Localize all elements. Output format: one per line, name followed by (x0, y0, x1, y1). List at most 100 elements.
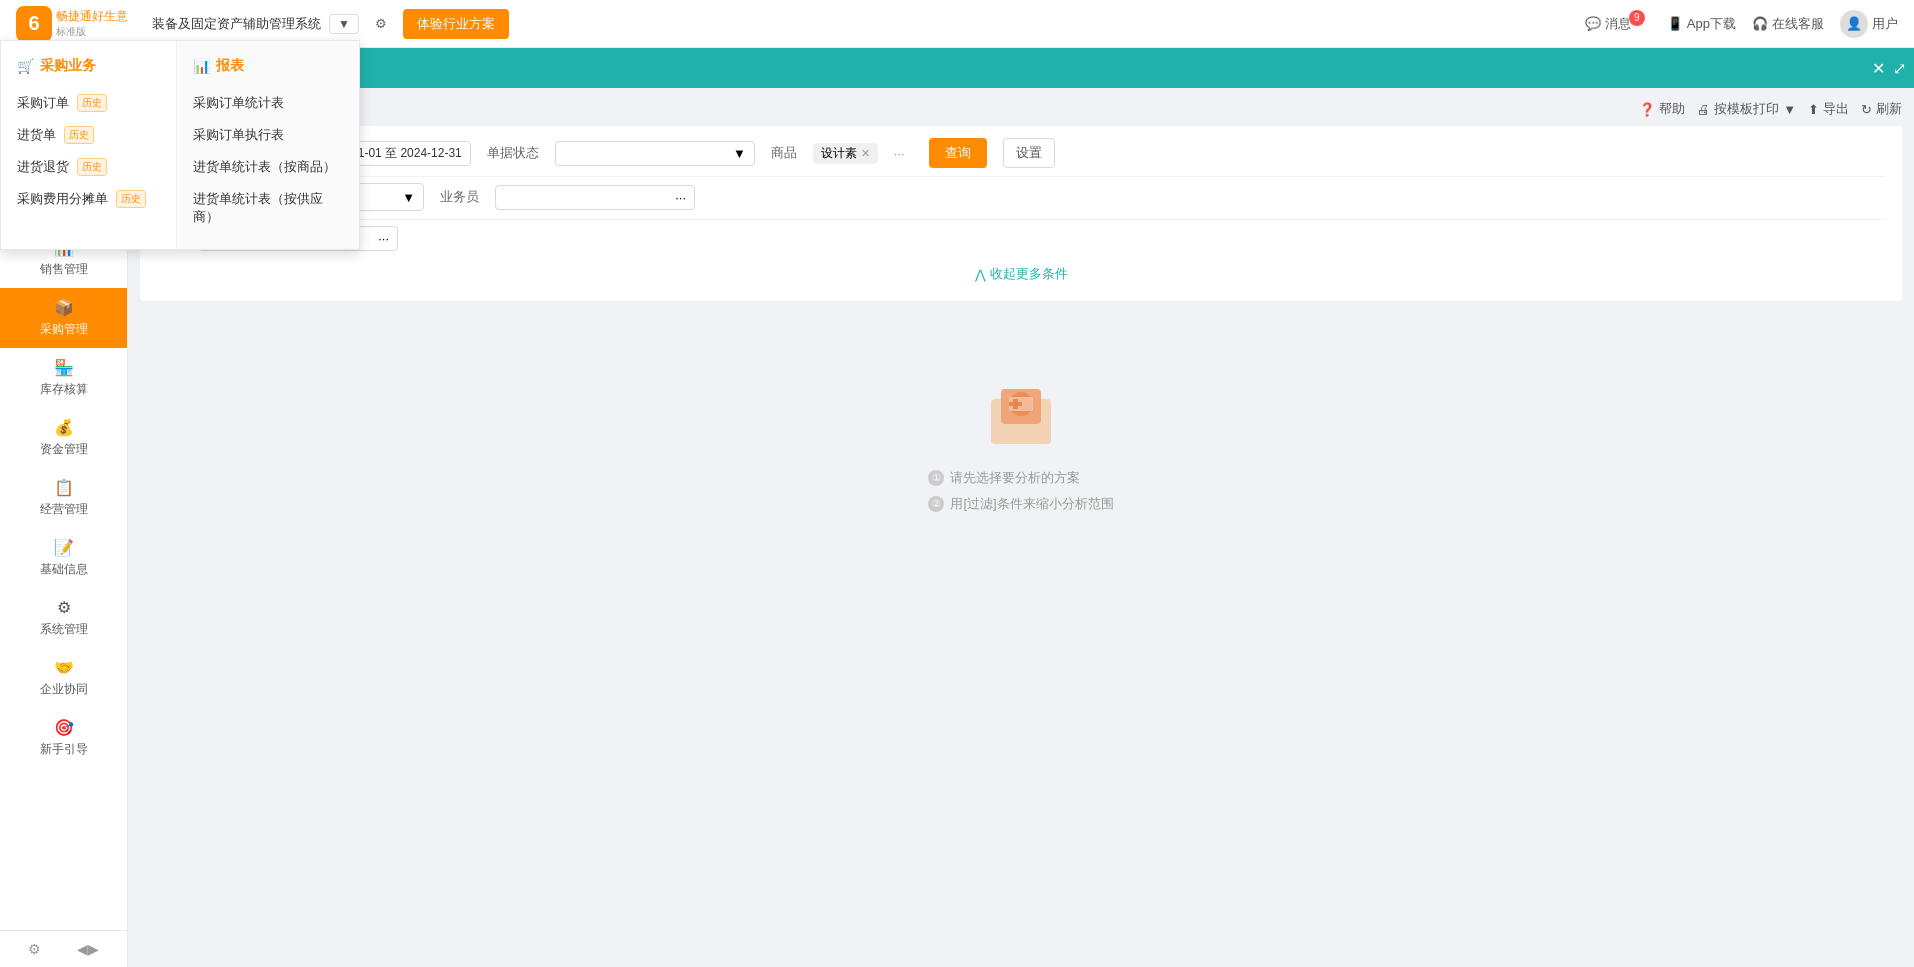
settings-bottom-icon[interactable]: ⚙ (28, 941, 41, 957)
export-icon: ⬆ (1808, 102, 1819, 117)
collapse-btn[interactable]: ⋀ 收起更多条件 (156, 259, 1886, 289)
tab-close-window-icon[interactable]: ✕ (1872, 59, 1885, 78)
message-badge: 9 (1629, 10, 1645, 26)
export-btn[interactable]: ⬆ 导出 (1808, 100, 1849, 118)
empty-icon (971, 369, 1071, 449)
dropdown-stock-report-product[interactable]: 进货单统计表（按商品） (193, 151, 344, 183)
report-title-icon: 📊 (193, 58, 210, 74)
product-more-btn[interactable]: ··· (894, 146, 905, 161)
status-label: 单据状态 (487, 144, 539, 162)
guide-icon: 🎯 (54, 718, 74, 737)
system-title: 装备及固定资产辅助管理系统 (152, 15, 321, 33)
filter-row-2: 排名项目 金额 ▼ 业务员 ··· (156, 183, 1886, 211)
print-icon: 🖨 (1697, 102, 1710, 117)
sidebar-bottom: ⚙ ◀▶ (0, 930, 127, 967)
top-right: 💬 消息 9 📱 App下载 🎧 在线客服 👤 用户 (1585, 10, 1898, 38)
tab-maximize-icon[interactable]: ⤢ (1893, 59, 1906, 78)
sidebar-item-enterprise[interactable]: 🤝 企业协同 (0, 648, 127, 708)
customer-select-arrow: ··· (378, 231, 389, 246)
rank-select-arrow: ▼ (402, 190, 415, 205)
step-1: ① 请先选择要分析的方案 (928, 465, 1113, 491)
message-icon: 💬 (1585, 16, 1601, 31)
logo-text: 畅捷通好生意 标准版 (56, 9, 128, 38)
refresh-btn[interactable]: ↻ 刷新 (1861, 100, 1902, 118)
salesperson-label: 业务员 (440, 188, 479, 206)
sidebar-item-label: 采购管理 (40, 321, 88, 338)
collapse-icon: ⋀ (975, 267, 986, 282)
product-tag: 设计素 ✕ (813, 143, 878, 164)
basic-icon: 📝 (54, 538, 74, 557)
sidebar-item-purchase[interactable]: 📦 采购管理 (0, 288, 127, 348)
filter-card: 日期 近7天 更多 自定义 2024-01-01 至 2024-12-31 单据… (140, 126, 1902, 301)
step-2: ② 用[过滤]条件来缩小分析范围 (928, 491, 1113, 517)
online-service-btn[interactable]: 🎧 在线客服 (1752, 15, 1824, 33)
sidebar-item-system[interactable]: ⚙ 系统管理 (0, 588, 127, 648)
phone-icon: 📱 (1667, 16, 1683, 31)
history-tag-4: 历史 (128, 190, 146, 208)
sidebar-item-label: 企业协同 (40, 681, 88, 698)
refresh-icon: ↻ (1861, 102, 1872, 117)
enterprise-icon: 🤝 (54, 658, 74, 677)
tag-close-icon[interactable]: ✕ (861, 147, 870, 160)
filter-row-1: 日期 近7天 更多 自定义 2024-01-01 至 2024-12-31 单据… (156, 138, 1886, 168)
sidebar-item-inventory[interactable]: 🏪 库存核算 (0, 348, 127, 408)
dropdown-stock-return[interactable]: 进货退货 历史 (128, 151, 168, 183)
collapse-sidebar-btn[interactable]: ◀▶ (77, 941, 99, 957)
sidebar-item-basic[interactable]: 📝 基础信息 (0, 528, 127, 588)
filter-row-3: 客户 ··· (156, 226, 1886, 251)
message-btn[interactable]: 💬 消息 9 (1585, 15, 1651, 33)
purchase-col: 🛒 采购业务 采购订单 历史 进货单 历史 进货退货 (128, 57, 168, 233)
industry-btn[interactable]: 体验行业方案 (403, 9, 509, 39)
avatar: 👤 (1840, 10, 1868, 38)
inventory-icon: 🏪 (54, 358, 74, 377)
headset-icon: 🎧 (1752, 16, 1768, 31)
help-btn[interactable]: ❓ 帮助 (1639, 100, 1685, 118)
toolbar: ❓ 帮助 🖨 按模板打印 ▼ ⬆ 导出 ↻ 刷新 (140, 100, 1902, 118)
logo-area: 6 畅捷通好生意 标准版 (16, 6, 144, 42)
sidebar-item-label: 经营管理 (40, 501, 88, 518)
report-col: 📊 报表 采购订单统计表 采购订单执行表 进货单统计表（按商品） (176, 48, 360, 249)
step-num-1: ① (928, 470, 944, 486)
salesperson-select-arrow: ··· (675, 190, 686, 205)
sidebar-item-label: 库存核算 (40, 381, 88, 398)
sidebar-item-finance[interactable]: 💰 资金管理 (0, 408, 127, 468)
purchase-title: 🛒 采购业务 (128, 57, 168, 75)
status-select-arrow: ▼ (733, 146, 746, 161)
settings-icon[interactable]: ⚙ (367, 10, 395, 38)
system-icon: ⚙ (57, 598, 71, 617)
step-num-2: ② (928, 496, 944, 512)
salesperson-select[interactable]: ··· (495, 185, 695, 210)
settings-filter-btn[interactable]: 设置 (1003, 138, 1055, 168)
system-dropdown-btn[interactable]: ▼ (329, 14, 359, 34)
sidebar-item-label: 基础信息 (40, 561, 88, 578)
tab-bar: 首页 销售排行榜 ✕ ✕ ⤢ 🛒 采购业务 (128, 48, 1914, 88)
content-body: ❓ 帮助 🖨 按模板打印 ▼ ⬆ 导出 ↻ 刷新 (128, 88, 1914, 967)
dropdown-stock-in[interactable]: 进货单 历史 (128, 119, 168, 151)
print-dropdown-icon[interactable]: ▼ (1783, 102, 1796, 117)
dropdown-purchase-order[interactable]: 采购订单 历史 (128, 87, 168, 119)
content-area: 首页 销售排行榜 ✕ ✕ ⤢ 🛒 采购业务 (128, 48, 1914, 967)
search-btn[interactable]: 查询 (929, 138, 987, 168)
app-download-btn[interactable]: 📱 App下载 (1667, 15, 1736, 33)
finance-icon: 💰 (54, 418, 74, 437)
logo-icon: 6 (16, 6, 52, 42)
product-filter: 设计素 ✕ (813, 143, 878, 164)
dropdown-stock-report-supplier[interactable]: 进货单统计表（按供应商） (193, 183, 344, 233)
status-select[interactable]: ▼ (555, 141, 755, 166)
user-btn[interactable]: 👤 用户 (1840, 10, 1898, 38)
sidebar-item-label: 资金管理 (40, 441, 88, 458)
sidebar-item-guide[interactable]: 🎯 新手引导 (0, 708, 127, 768)
sidebar-item-operations[interactable]: 📋 经营管理 (0, 468, 127, 528)
purchase-icon: 📦 (54, 298, 74, 317)
top-nav: 装备及固定资产辅助管理系统 ▼ ⚙ 体验行业方案 (152, 9, 509, 39)
dropdown-purchase-expense[interactable]: 采购费用分摊单 历史 (128, 183, 168, 215)
empty-state: ① 请先选择要分析的方案 ② 用[过滤]条件来缩小分析范围 (140, 309, 1902, 577)
tab-right-actions: ✕ ⤢ (1872, 59, 1906, 78)
sidebar-item-label: 销售管理 (40, 261, 88, 278)
print-btn[interactable]: 🖨 按模板打印 ▼ (1697, 100, 1796, 118)
product-label: 商品 (771, 144, 797, 162)
dropdown-purchase-order-exec[interactable]: 采购订单执行表 (193, 119, 344, 151)
sidebar-item-label: 系统管理 (40, 621, 88, 638)
svg-rect-5 (1009, 402, 1022, 406)
dropdown-purchase-order-report[interactable]: 采购订单统计表 (193, 87, 344, 119)
